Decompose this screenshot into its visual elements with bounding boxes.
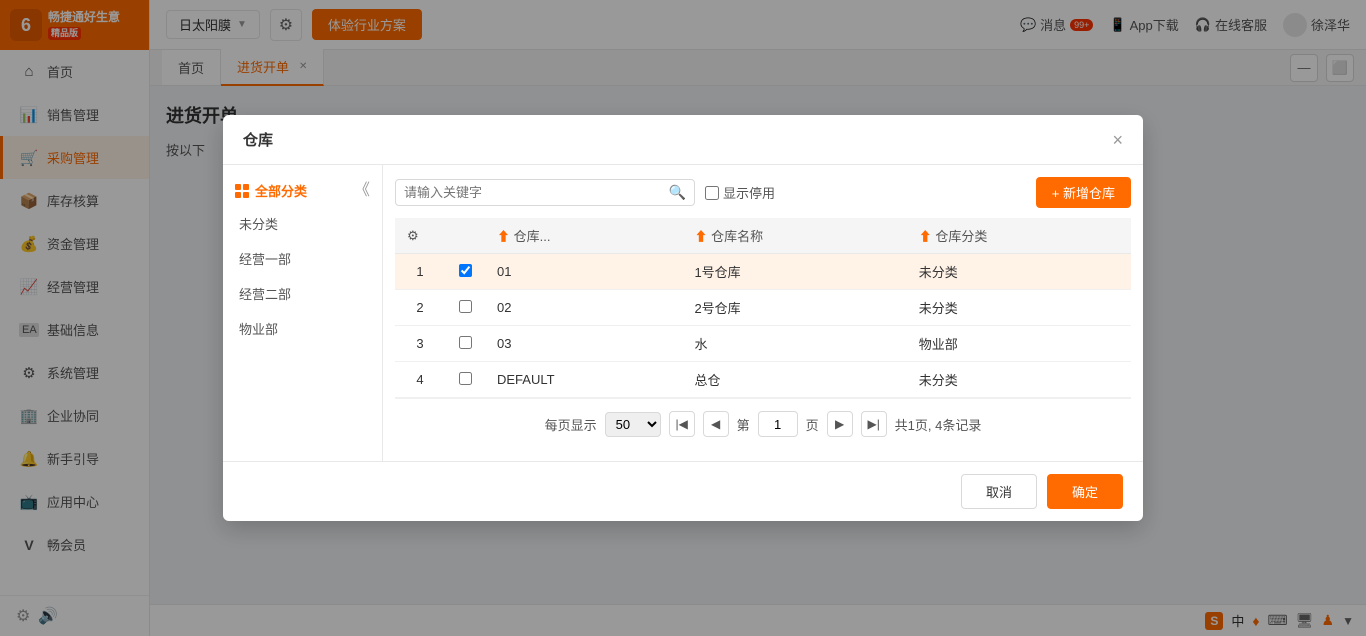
th-gear[interactable]: ⚙ (395, 218, 445, 254)
table-row[interactable]: 4 DEFAULT总仓未分类 (395, 362, 1131, 398)
row-name-cell: 2号仓库 (682, 290, 906, 326)
row-check-cell[interactable] (445, 290, 485, 326)
row-category-cell: 未分类 (907, 290, 1131, 326)
sort-icon-cat: ⬆ (919, 229, 932, 244)
row-check-cell[interactable] (445, 326, 485, 362)
search-input[interactable] (404, 185, 669, 200)
row-category-cell: 未分类 (907, 254, 1131, 290)
row-index: 1 (416, 264, 423, 279)
row-checkbox[interactable] (459, 300, 472, 313)
th-category[interactable]: ⬆ 仓库分类 (907, 218, 1131, 254)
category-item-none[interactable]: 未分类 (223, 206, 382, 241)
content-panel: 🔍 显示停用 + 新增仓库 ⚙ ⬆ (383, 165, 1143, 461)
th-check (445, 218, 485, 254)
category-panel: 全部分类 《 未分类 经营一部 经营二部 物业部 (223, 165, 383, 461)
modal-toolbar: 🔍 显示停用 + 新增仓库 (395, 177, 1131, 208)
category-all-item[interactable]: 全部分类 (235, 181, 307, 200)
row-actions-cell: 2 (395, 290, 445, 326)
row-check-cell[interactable] (445, 362, 485, 398)
sort-icon-name: ⬆ (694, 229, 707, 244)
row-index: 4 (416, 372, 423, 387)
category-item-dept3[interactable]: 物业部 (223, 311, 382, 346)
warehouse-table: ⚙ ⬆ 仓库... ⬆ 仓库名称 ⬆ (395, 218, 1131, 398)
row-category-cell: 物业部 (907, 326, 1131, 362)
page-size-select[interactable]: 50 100 200 (605, 412, 661, 437)
pagination: 每页显示 50 100 200 |◀ ◀ 第 页 ▶ ▶| 共1页, 4条记录 (395, 398, 1131, 449)
new-warehouse-button[interactable]: + 新增仓库 (1036, 177, 1131, 208)
row-checkbox[interactable] (459, 264, 472, 277)
table-row[interactable]: 3 03水物业部 (395, 326, 1131, 362)
cancel-button[interactable]: 取消 (961, 474, 1037, 509)
row-category-cell: 未分类 (907, 362, 1131, 398)
modal-footer: 取消 确定 (223, 461, 1143, 521)
row-code-cell: 03 (485, 326, 682, 362)
prev-page-btn[interactable]: ◀ (703, 411, 729, 437)
table-body: 1011号仓库未分类2022号仓库未分类303水物业部4DEFAULT总仓未分类 (395, 254, 1131, 398)
row-index: 2 (416, 300, 423, 315)
row-index: 3 (416, 336, 423, 351)
th-name[interactable]: ⬆ 仓库名称 (682, 218, 906, 254)
modal-close-button[interactable]: × (1112, 131, 1123, 149)
row-name-cell: 总仓 (682, 362, 906, 398)
first-page-btn[interactable]: |◀ (669, 411, 695, 437)
confirm-button[interactable]: 确定 (1047, 474, 1123, 509)
warehouse-modal: 仓库 × 全部分类 《 (223, 115, 1143, 521)
row-name-cell: 1号仓库 (682, 254, 906, 290)
table-row[interactable]: 1 011号仓库未分类 (395, 254, 1131, 290)
show-disabled-checkbox[interactable] (705, 186, 719, 200)
row-actions-cell: 4 (395, 362, 445, 398)
modal-overlay: 仓库 × 全部分类 《 (0, 0, 1366, 636)
category-header: 全部分类 《 (223, 175, 382, 206)
table-header-row: ⚙ ⬆ 仓库... ⬆ 仓库名称 ⬆ (395, 218, 1131, 254)
row-check-cell[interactable] (445, 254, 485, 290)
row-actions-cell: 1 (395, 254, 445, 290)
search-icon[interactable]: 🔍 (669, 184, 686, 201)
last-page-btn[interactable]: ▶| (861, 411, 887, 437)
row-code-cell: 01 (485, 254, 682, 290)
page-number-input[interactable] (758, 411, 798, 437)
grid-icon (235, 184, 249, 198)
row-checkbox[interactable] (459, 336, 472, 349)
table-row[interactable]: 2 022号仓库未分类 (395, 290, 1131, 326)
category-item-dept1[interactable]: 经营一部 (223, 241, 382, 276)
row-code-cell: DEFAULT (485, 362, 682, 398)
modal-title: 仓库 (243, 129, 273, 150)
show-disabled-toggle: 显示停用 (705, 183, 775, 202)
row-actions-cell: 3 (395, 326, 445, 362)
next-page-btn[interactable]: ▶ (827, 411, 853, 437)
row-checkbox[interactable] (459, 372, 472, 385)
search-box: 🔍 (395, 179, 695, 206)
row-code-cell: 02 (485, 290, 682, 326)
category-item-dept2[interactable]: 经营二部 (223, 276, 382, 311)
modal-header: 仓库 × (223, 115, 1143, 165)
row-name-cell: 水 (682, 326, 906, 362)
sort-icon-code: ⬆ (497, 229, 510, 244)
th-code[interactable]: ⬆ 仓库... (485, 218, 682, 254)
category-collapse-btn[interactable]: 《 (354, 183, 370, 199)
modal-body: 全部分类 《 未分类 经营一部 经营二部 物业部 (223, 165, 1143, 461)
